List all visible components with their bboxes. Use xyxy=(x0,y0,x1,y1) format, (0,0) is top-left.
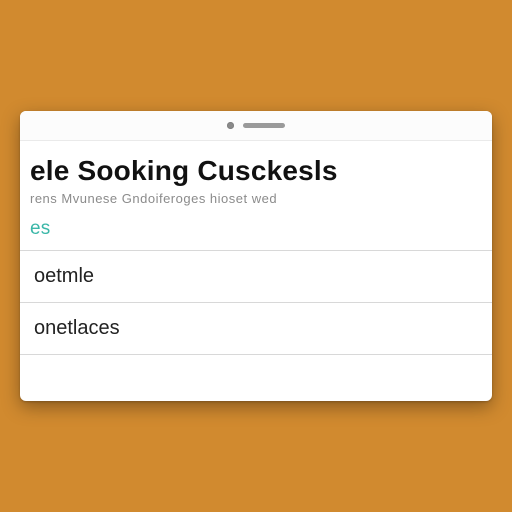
screen-content: ele Sooking Cusckesls rens Mvunese Gndoi… xyxy=(20,141,492,355)
filter-link[interactable]: es xyxy=(30,218,50,239)
page-header: ele Sooking Cusckesls rens Mvunese Gndoi… xyxy=(20,141,492,212)
settings-list: oetmle onetlaces xyxy=(20,250,492,355)
phone-frame: ele Sooking Cusckesls rens Mvunese Gndoi… xyxy=(20,111,492,401)
list-item[interactable]: oetmle xyxy=(20,251,492,303)
filter-link-row: es xyxy=(20,212,492,250)
device-status-bar xyxy=(20,111,492,141)
speaker-slot-icon xyxy=(243,123,285,128)
camera-dot-icon xyxy=(227,122,234,129)
page-title: ele Sooking Cusckesls xyxy=(30,155,476,187)
list-item[interactable]: onetlaces xyxy=(20,303,492,355)
page-subtitle: rens Mvunese Gndoiferoges hioset wed xyxy=(30,191,476,206)
